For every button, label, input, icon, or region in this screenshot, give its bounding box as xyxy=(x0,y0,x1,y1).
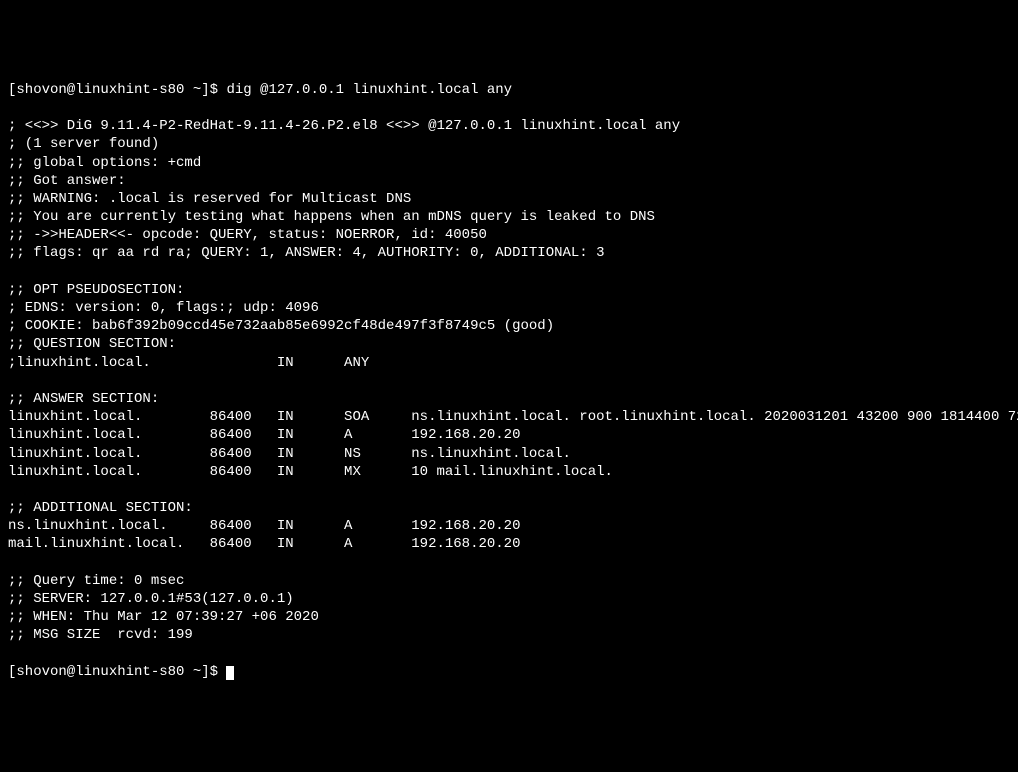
output-line: ;linuxhint.local. IN ANY xyxy=(8,355,369,371)
output-line: ;; ADDITIONAL SECTION: xyxy=(8,500,193,516)
output-line: linuxhint.local. 86400 IN MX 10 mail.lin… xyxy=(8,464,613,480)
shell-prompt: [shovon@linuxhint-s80 ~]$ xyxy=(8,82,226,98)
output-line: ; <<>> DiG 9.11.4-P2-RedHat-9.11.4-26.P2… xyxy=(8,118,680,134)
output-line: ;; WARNING: .local is reserved for Multi… xyxy=(8,191,411,207)
output-line: ;; SERVER: 127.0.0.1#53(127.0.0.1) xyxy=(8,591,294,607)
shell-prompt[interactable]: [shovon@linuxhint-s80 ~]$ xyxy=(8,664,226,680)
output-line: ;; You are currently testing what happen… xyxy=(8,209,655,225)
output-line: ; EDNS: version: 0, flags:; udp: 4096 xyxy=(8,300,319,316)
output-line: ; (1 server found) xyxy=(8,136,159,152)
output-line: ;; ->>HEADER<<- opcode: QUERY, status: N… xyxy=(8,227,487,243)
output-line: linuxhint.local. 86400 IN SOA ns.linuxhi… xyxy=(8,409,1018,425)
output-line: ;; global options: +cmd xyxy=(8,155,201,171)
terminal-output: [shovon@linuxhint-s80 ~]$ dig @127.0.0.1… xyxy=(8,81,1010,681)
output-line: ns.linuxhint.local. 86400 IN A 192.168.2… xyxy=(8,518,520,534)
output-line: ;; WHEN: Thu Mar 12 07:39:27 +06 2020 xyxy=(8,609,319,625)
command-text: dig @127.0.0.1 linuxhint.local any xyxy=(226,82,512,98)
output-line: ;; Query time: 0 msec xyxy=(8,573,184,589)
output-line: ;; QUESTION SECTION: xyxy=(8,336,176,352)
output-line: linuxhint.local. 86400 IN A 192.168.20.2… xyxy=(8,427,520,443)
cursor-icon xyxy=(226,666,234,680)
output-line: ; COOKIE: bab6f392b09ccd45e732aab85e6992… xyxy=(8,318,554,334)
output-line: ;; OPT PSEUDOSECTION: xyxy=(8,282,184,298)
output-line: linuxhint.local. 86400 IN NS ns.linuxhin… xyxy=(8,446,571,462)
output-line: ;; Got answer: xyxy=(8,173,126,189)
output-line: ;; ANSWER SECTION: xyxy=(8,391,159,407)
output-line: ;; MSG SIZE rcvd: 199 xyxy=(8,627,193,643)
output-line: ;; flags: qr aa rd ra; QUERY: 1, ANSWER:… xyxy=(8,245,605,261)
output-line: mail.linuxhint.local. 86400 IN A 192.168… xyxy=(8,536,520,552)
